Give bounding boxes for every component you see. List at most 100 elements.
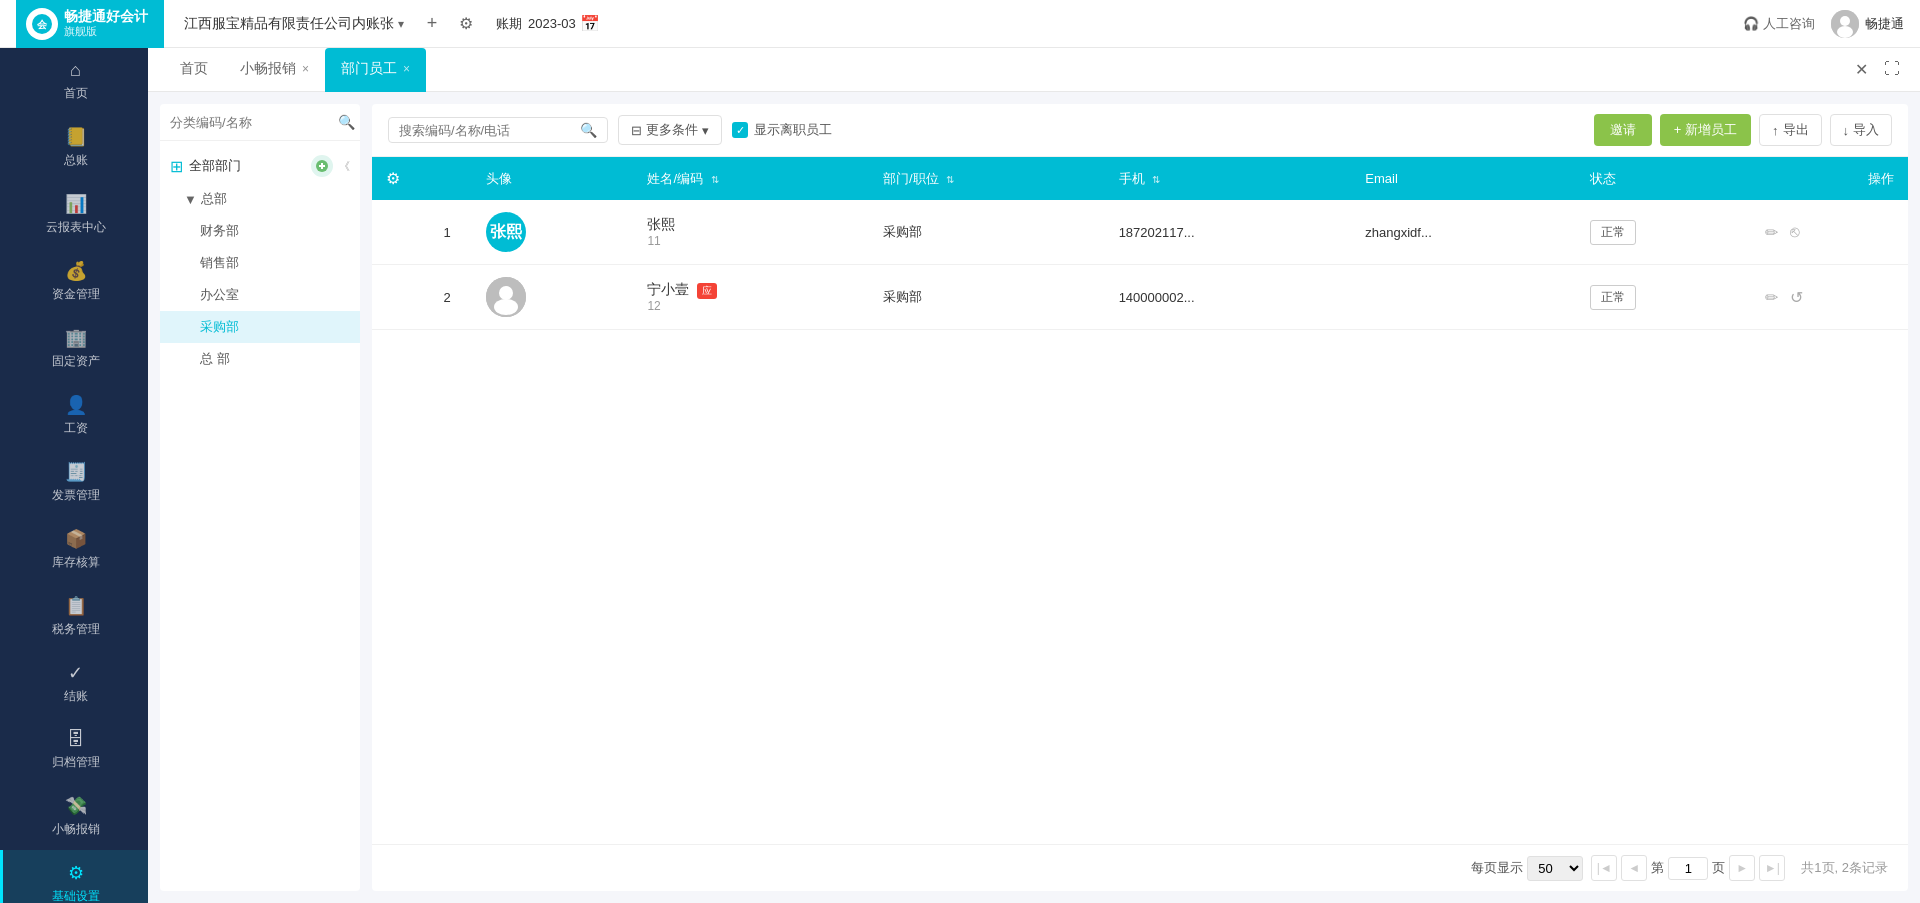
- dept-search-icon[interactable]: 🔍: [338, 114, 355, 130]
- sidebar-item-label: 归档管理: [52, 754, 100, 771]
- dept-search-input[interactable]: [170, 115, 338, 130]
- svg-point-10: [494, 299, 518, 315]
- reports-icon: 📊: [65, 193, 87, 215]
- dept-node-root[interactable]: ▼ 总部: [160, 183, 360, 215]
- per-page-select[interactable]: 50 10 20 100: [1527, 856, 1583, 881]
- grid-icon: ⊞: [170, 157, 183, 176]
- col-status: 状态: [1576, 157, 1752, 200]
- avatar: [1831, 10, 1859, 38]
- company-selector[interactable]: 江西服宝精品有限责任公司内账张 ▾: [184, 15, 408, 33]
- sidebar-item-basic-settings[interactable]: ⚙ 基础设置: [0, 850, 148, 903]
- tab-expense-close[interactable]: ×: [302, 62, 309, 76]
- logo-subtitle: 旗舰版: [64, 24, 148, 39]
- export-button[interactable]: ↑ 导出: [1759, 114, 1822, 146]
- refresh-icon[interactable]: ↺: [1790, 288, 1803, 307]
- left-panel: 🔍 ⊞ 全部部门 《 ▼ 总部: [160, 104, 360, 891]
- status-badge: 正常: [1590, 220, 1636, 245]
- logout-icon[interactable]: ⎋: [1790, 223, 1800, 241]
- sidebar-item-tax[interactable]: 📋 税务管理: [0, 583, 148, 650]
- sidebar-item-assets[interactable]: 🏢 固定资产: [0, 315, 148, 382]
- collapse-icon[interactable]: 《: [339, 159, 350, 174]
- dept-node-purchase[interactable]: 采购部: [160, 311, 360, 343]
- maximize-icon[interactable]: ⛶: [1880, 56, 1904, 83]
- logo-area: 会 畅捷通好会计 旗舰版: [16, 0, 164, 48]
- support-button[interactable]: 🎧 人工咨询: [1743, 15, 1815, 33]
- sidebar-item-funds[interactable]: 💰 资金管理: [0, 248, 148, 315]
- employee-table: ⚙ 头像 姓名/编码 ⇅: [372, 157, 1908, 844]
- page-number-input[interactable]: [1668, 857, 1708, 880]
- close-window-icon[interactable]: ✕: [1851, 56, 1872, 83]
- search-icon[interactable]: 🔍: [580, 122, 597, 138]
- filter-button[interactable]: ⊟ 更多条件 ▾: [618, 115, 722, 145]
- name-code-block: 张熙 11: [647, 216, 855, 248]
- import-button[interactable]: ↓ 导入: [1830, 114, 1893, 146]
- export-icon: ↑: [1772, 123, 1779, 138]
- tab-window-actions: ✕ ⛶: [1851, 56, 1904, 83]
- edit-icon[interactable]: ✏: [1765, 223, 1778, 242]
- chevron-down-icon: ▾: [702, 123, 709, 138]
- sidebar-item-ledger[interactable]: 📒 总账: [0, 114, 148, 181]
- calendar-icon[interactable]: 📅: [580, 14, 600, 33]
- payroll-icon: 👤: [65, 394, 87, 416]
- invite-button[interactable]: 邀请: [1594, 114, 1652, 146]
- table-settings-icon[interactable]: ⚙: [386, 170, 400, 187]
- tab-home[interactable]: 首页: [164, 48, 224, 92]
- col-phone[interactable]: 手机 ⇅: [1105, 157, 1352, 200]
- dept-node-finance[interactable]: 财务部: [160, 215, 360, 247]
- content-area: 首页 小畅报销 × 部门员工 × ✕ ⛶ 🔍: [148, 48, 1920, 903]
- sort-arrows-icon: ⇅: [711, 174, 719, 185]
- col-name-code[interactable]: 姓名/编码 ⇅: [633, 157, 869, 200]
- dept-node-office[interactable]: 办公室: [160, 279, 360, 311]
- row-phone-cell: 187202117...: [1105, 200, 1352, 265]
- row-dept-cell: 采购部: [869, 265, 1105, 330]
- show-resigned-toggle[interactable]: ✓ 显示离职员工: [732, 121, 832, 139]
- sidebar: ⌂ 首页 📒 总账 📊 云报表中心 💰 资金管理 🏢 固定资产 👤 工资 🧾 发…: [0, 48, 148, 903]
- user-area[interactable]: 畅捷通: [1831, 10, 1904, 38]
- add-company-button[interactable]: +: [418, 10, 446, 38]
- prev-page-button[interactable]: ◄: [1621, 855, 1647, 881]
- sidebar-item-invoice[interactable]: 🧾 发票管理: [0, 449, 148, 516]
- sidebar-item-settle[interactable]: ✓ 结账: [0, 650, 148, 717]
- total-info: 共1页, 2条记录: [1801, 859, 1888, 877]
- all-dept-item[interactable]: ⊞ 全部部门 《: [160, 149, 360, 183]
- tab-dept-employee-close[interactable]: ×: [403, 62, 410, 76]
- dept-node-sales[interactable]: 销售部: [160, 247, 360, 279]
- dept-label: 总 部: [200, 350, 230, 368]
- row-avatar-cell: [472, 265, 633, 330]
- sidebar-item-archive[interactable]: 🗄 归档管理: [0, 717, 148, 783]
- dept-node-general[interactable]: 总 部: [160, 343, 360, 375]
- row-action-cell: ✏ ↺: [1751, 265, 1908, 330]
- row-checkbox-cell: [372, 200, 422, 265]
- sidebar-item-home[interactable]: ⌂ 首页: [0, 48, 148, 114]
- edit-icon[interactable]: ✏: [1765, 288, 1778, 307]
- settings-icon[interactable]: ⚙: [452, 10, 480, 38]
- employee-code: 11: [647, 234, 855, 248]
- sidebar-item-reports[interactable]: 📊 云报表中心: [0, 181, 148, 248]
- next-page-button[interactable]: ►: [1729, 855, 1755, 881]
- home-icon: ⌂: [70, 60, 81, 81]
- sidebar-item-payroll[interactable]: 👤 工资: [0, 382, 148, 449]
- top-header: 会 畅捷通好会计 旗舰版 江西服宝精品有限责任公司内账张 ▾ + ⚙ 账期 20…: [0, 0, 1920, 48]
- last-page-button[interactable]: ►|: [1759, 855, 1785, 881]
- toolbar-right: 邀请 + 新增员工 ↑ 导出 ↓ 导入: [1594, 114, 1892, 146]
- tab-expense-label: 小畅报销: [240, 60, 296, 78]
- tab-expense[interactable]: 小畅报销 ×: [224, 48, 325, 92]
- show-resigned-label: 显示离职员工: [754, 121, 832, 139]
- toolbar: 🔍 ⊟ 更多条件 ▾ ✓ 显示离职员工 邀请 + 新增员工: [372, 104, 1908, 157]
- sidebar-item-label: 首页: [64, 85, 88, 102]
- col-dept-pos[interactable]: 部门/职位 ⇅: [869, 157, 1105, 200]
- expense-icon: 💸: [65, 795, 87, 817]
- sidebar-item-expense[interactable]: 💸 小畅报销: [0, 783, 148, 850]
- employee-search-field: 🔍: [388, 117, 608, 143]
- tab-dept-employee[interactable]: 部门员工 ×: [325, 48, 426, 92]
- dept-edit-button[interactable]: [311, 155, 333, 177]
- table-row: 1 张熙 张熙 11: [372, 200, 1908, 265]
- logo-text-block: 畅捷通好会计 旗舰版: [64, 8, 148, 40]
- col-email: Email: [1351, 157, 1575, 200]
- dept-label: 财务部: [200, 222, 239, 240]
- sidebar-item-inventory[interactable]: 📦 库存核算: [0, 516, 148, 583]
- employee-search-input[interactable]: [399, 123, 574, 138]
- first-page-button[interactable]: |◄: [1591, 855, 1617, 881]
- add-employee-button[interactable]: + 新增员工: [1660, 114, 1751, 146]
- action-icons: ✏ ↺: [1765, 288, 1894, 307]
